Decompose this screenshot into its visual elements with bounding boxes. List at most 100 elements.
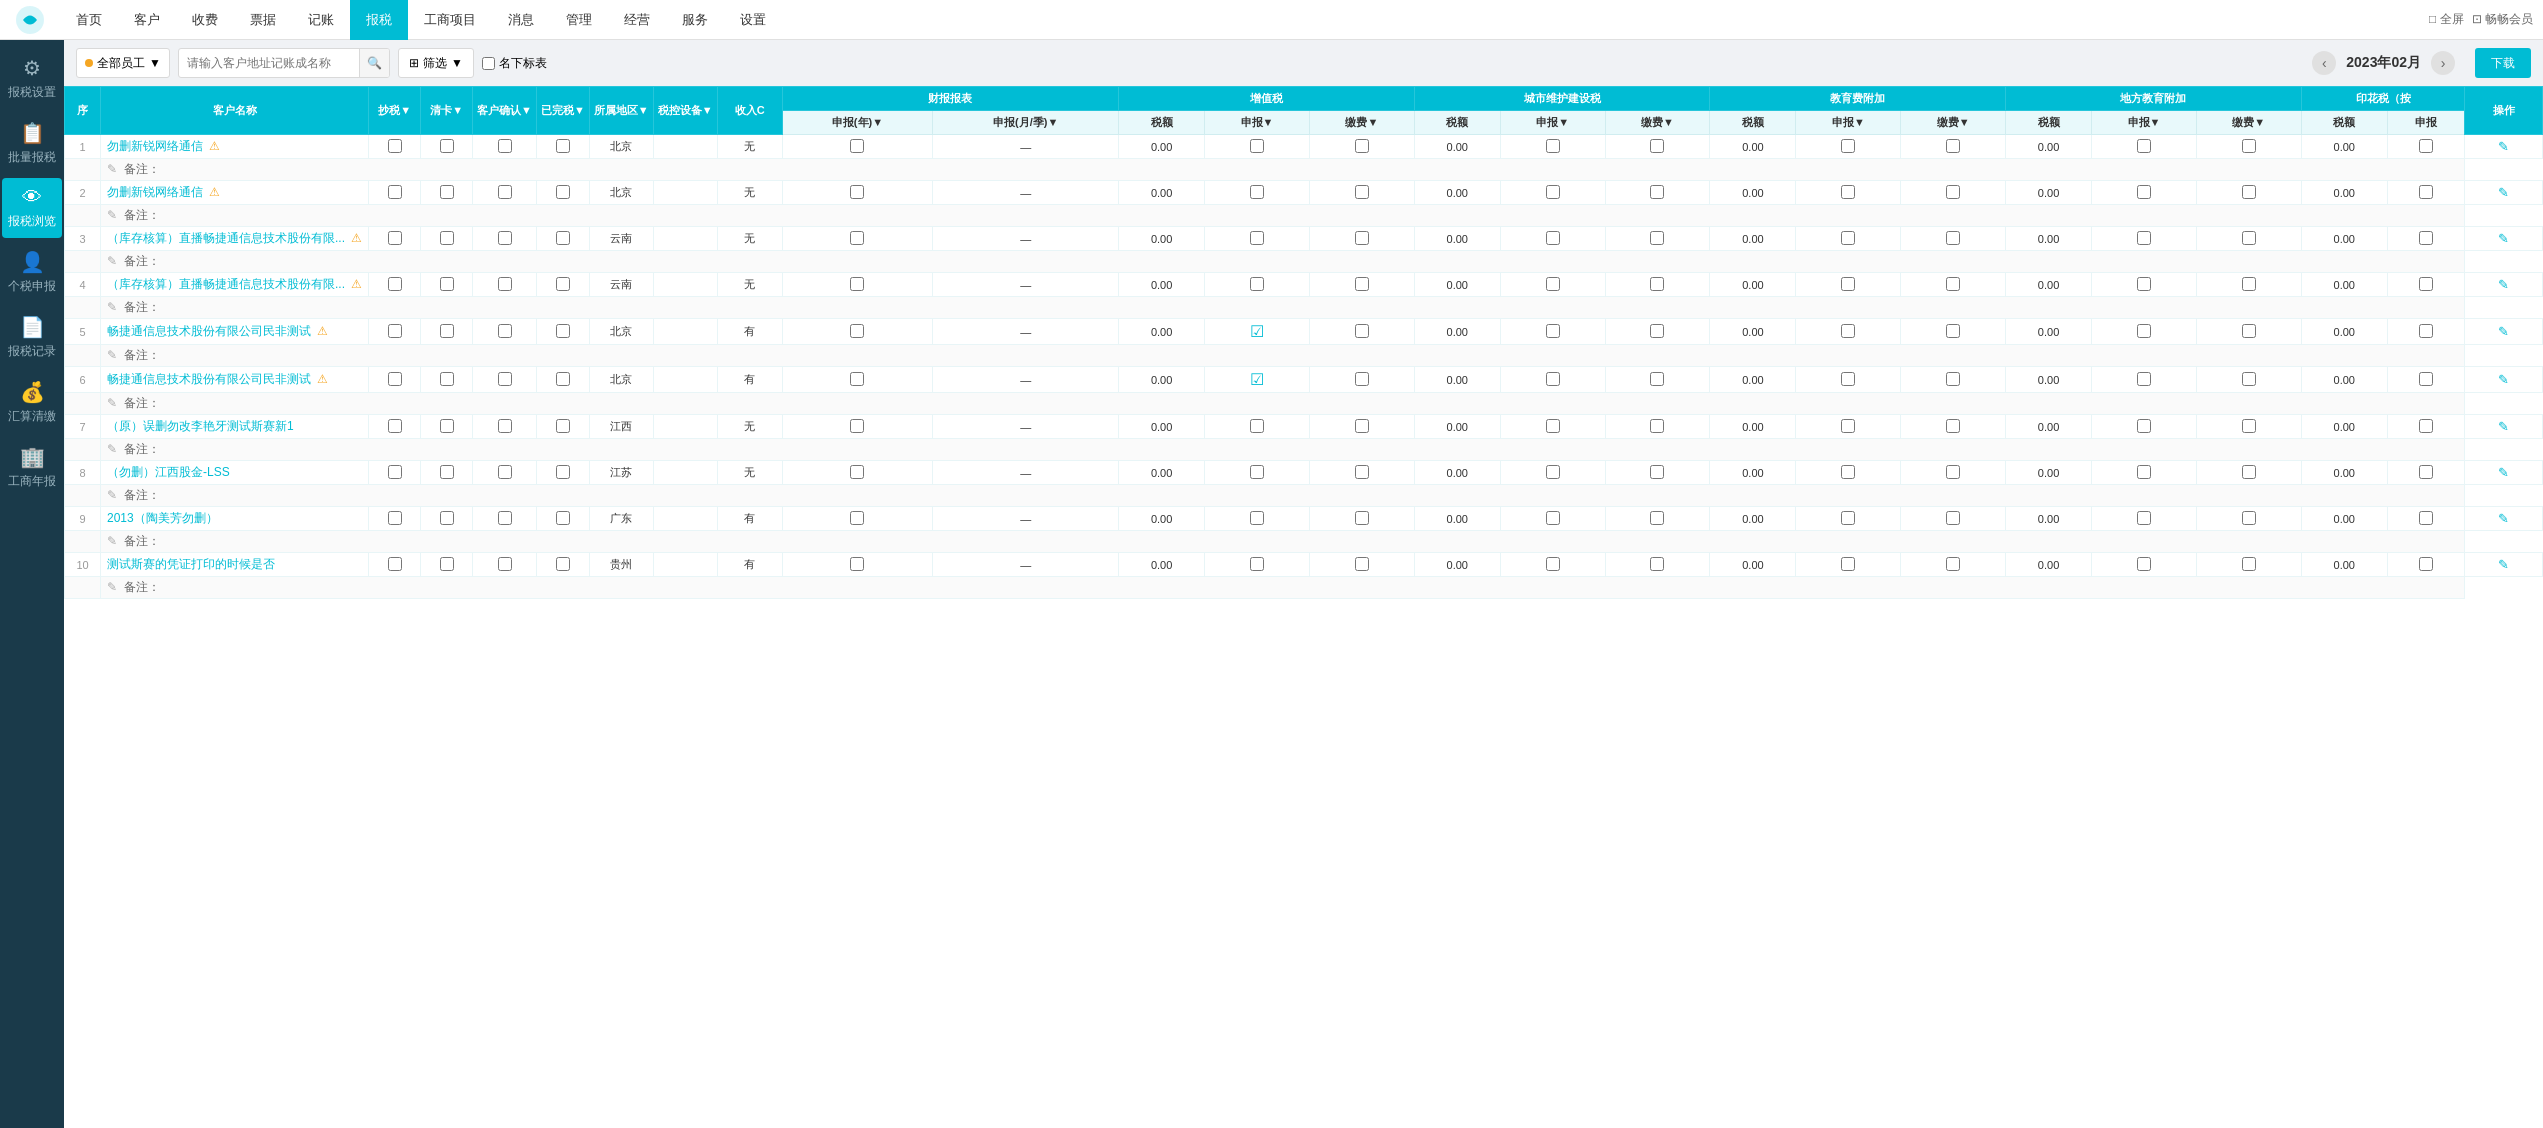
edit-icon[interactable]: ✎ bbox=[2498, 419, 2509, 434]
confirm-checkbox[interactable] bbox=[498, 372, 512, 386]
note-edit-icon[interactable]: ✎ bbox=[107, 208, 117, 222]
note-edit-icon[interactable]: ✎ bbox=[107, 396, 117, 410]
cs-jiao-checkbox[interactable] bbox=[1650, 324, 1664, 338]
jy-jiao-checkbox[interactable] bbox=[1946, 324, 1960, 338]
note-edit-icon[interactable]: ✎ bbox=[107, 534, 117, 548]
zz-jiao-checkbox[interactable] bbox=[1355, 465, 1369, 479]
df-jiao-checkbox[interactable] bbox=[2242, 139, 2256, 153]
paid-checkbox[interactable] bbox=[556, 511, 570, 525]
df-checkbox[interactable] bbox=[2137, 277, 2151, 291]
prev-month-button[interactable]: ‹ bbox=[2312, 51, 2336, 75]
jy-checkbox[interactable] bbox=[1841, 231, 1855, 245]
zz-checkbox[interactable] bbox=[1250, 465, 1264, 479]
caibao-year-checkbox[interactable] bbox=[850, 557, 864, 571]
note-edit-icon[interactable]: ✎ bbox=[107, 348, 117, 362]
sidebar-item-tax-settings[interactable]: ⚙ 报税设置 bbox=[2, 48, 62, 109]
confirm-checkbox[interactable] bbox=[498, 277, 512, 291]
edit-icon[interactable]: ✎ bbox=[2498, 372, 2509, 387]
edit-icon[interactable]: ✎ bbox=[2498, 185, 2509, 200]
cs-checkbox[interactable] bbox=[1546, 419, 1560, 433]
confirm-checkbox[interactable] bbox=[498, 419, 512, 433]
chaoshui-checkbox[interactable] bbox=[388, 557, 402, 571]
zz-checkbox[interactable] bbox=[1250, 139, 1264, 153]
df-checkbox[interactable] bbox=[2137, 372, 2151, 386]
jy-checkbox[interactable] bbox=[1841, 277, 1855, 291]
chaoshui-checkbox[interactable] bbox=[388, 231, 402, 245]
yh-checkbox[interactable] bbox=[2419, 324, 2433, 338]
cs-jiao-checkbox[interactable] bbox=[1650, 185, 1664, 199]
edit-icon[interactable]: ✎ bbox=[2498, 557, 2509, 572]
jy-jiao-checkbox[interactable] bbox=[1946, 511, 1960, 525]
chaoshui-checkbox[interactable] bbox=[388, 511, 402, 525]
note-edit-icon[interactable]: ✎ bbox=[107, 162, 117, 176]
df-jiao-checkbox[interactable] bbox=[2242, 511, 2256, 525]
df-jiao-checkbox[interactable] bbox=[2242, 185, 2256, 199]
qingka-checkbox[interactable] bbox=[440, 419, 454, 433]
jy-checkbox[interactable] bbox=[1841, 557, 1855, 571]
yh-checkbox[interactable] bbox=[2419, 511, 2433, 525]
jy-jiao-checkbox[interactable] bbox=[1946, 231, 1960, 245]
qingka-checkbox[interactable] bbox=[440, 511, 454, 525]
nav-operation[interactable]: 经营 bbox=[608, 0, 666, 40]
sidebar-item-tax-records[interactable]: 📄 报税记录 bbox=[2, 307, 62, 368]
confirm-checkbox[interactable] bbox=[498, 139, 512, 153]
cs-checkbox[interactable] bbox=[1546, 372, 1560, 386]
edit-icon[interactable]: ✎ bbox=[2498, 231, 2509, 246]
caibao-year-checkbox[interactable] bbox=[850, 511, 864, 525]
jy-checkbox[interactable] bbox=[1841, 511, 1855, 525]
paid-checkbox[interactable] bbox=[556, 139, 570, 153]
df-jiao-checkbox[interactable] bbox=[2242, 419, 2256, 433]
cs-jiao-checkbox[interactable] bbox=[1650, 231, 1664, 245]
zz-jiao-checkbox[interactable] bbox=[1355, 511, 1369, 525]
zz-jiao-checkbox[interactable] bbox=[1355, 185, 1369, 199]
nav-message[interactable]: 消息 bbox=[492, 0, 550, 40]
client-link[interactable]: （库存核算）直播畅捷通信息技术股份有限... bbox=[107, 277, 345, 291]
caibao-year-checkbox[interactable] bbox=[850, 324, 864, 338]
note-edit-icon[interactable]: ✎ bbox=[107, 254, 117, 268]
client-link[interactable]: 测试斯赛的凭证打印的时候是否 bbox=[107, 557, 275, 571]
caibao-year-checkbox[interactable] bbox=[850, 231, 864, 245]
qingka-checkbox[interactable] bbox=[440, 231, 454, 245]
confirm-checkbox[interactable] bbox=[498, 557, 512, 571]
df-jiao-checkbox[interactable] bbox=[2242, 465, 2256, 479]
edit-icon[interactable]: ✎ bbox=[2498, 324, 2509, 339]
jy-checkbox[interactable] bbox=[1841, 324, 1855, 338]
zz-jiao-checkbox[interactable] bbox=[1355, 419, 1369, 433]
client-link[interactable]: 畅捷通信息技术股份有限公司民非测试 bbox=[107, 372, 311, 386]
jy-checkbox[interactable] bbox=[1841, 185, 1855, 199]
nav-billing[interactable]: 收费 bbox=[176, 0, 234, 40]
note-edit-icon[interactable]: ✎ bbox=[107, 580, 117, 594]
client-link[interactable]: 勿删新锐网络通信 bbox=[107, 185, 203, 199]
note-edit-icon[interactable]: ✎ bbox=[107, 442, 117, 456]
qingka-checkbox[interactable] bbox=[440, 372, 454, 386]
jy-checkbox[interactable] bbox=[1841, 419, 1855, 433]
jy-jiao-checkbox[interactable] bbox=[1946, 372, 1960, 386]
confirm-checkbox[interactable] bbox=[498, 465, 512, 479]
zz-jiao-checkbox[interactable] bbox=[1355, 231, 1369, 245]
jy-jiao-checkbox[interactable] bbox=[1946, 557, 1960, 571]
jy-checkbox[interactable] bbox=[1841, 465, 1855, 479]
qingka-checkbox[interactable] bbox=[440, 277, 454, 291]
confirm-checkbox[interactable] bbox=[498, 185, 512, 199]
confirm-checkbox[interactable] bbox=[498, 324, 512, 338]
df-checkbox[interactable] bbox=[2137, 557, 2151, 571]
filter-button[interactable]: ⊞ 筛选 ▼ bbox=[398, 48, 474, 78]
cs-checkbox[interactable] bbox=[1546, 139, 1560, 153]
sidebar-item-tax-browse[interactable]: 👁 报税浏览 bbox=[2, 178, 62, 238]
download-button[interactable]: 下载 bbox=[2475, 48, 2531, 78]
yh-checkbox[interactable] bbox=[2419, 372, 2433, 386]
cs-checkbox[interactable] bbox=[1546, 277, 1560, 291]
nav-business[interactable]: 工商项目 bbox=[408, 0, 492, 40]
paid-checkbox[interactable] bbox=[556, 324, 570, 338]
zz-jiao-checkbox[interactable] bbox=[1355, 324, 1369, 338]
yh-checkbox[interactable] bbox=[2419, 185, 2433, 199]
paid-checkbox[interactable] bbox=[556, 277, 570, 291]
paid-checkbox[interactable] bbox=[556, 231, 570, 245]
zz-checkbox[interactable] bbox=[1250, 185, 1264, 199]
edit-icon[interactable]: ✎ bbox=[2498, 277, 2509, 292]
qingka-checkbox[interactable] bbox=[440, 324, 454, 338]
zz-jiao-checkbox[interactable] bbox=[1355, 372, 1369, 386]
df-checkbox[interactable] bbox=[2137, 185, 2151, 199]
cs-checkbox[interactable] bbox=[1546, 231, 1560, 245]
caibao-year-checkbox[interactable] bbox=[850, 277, 864, 291]
